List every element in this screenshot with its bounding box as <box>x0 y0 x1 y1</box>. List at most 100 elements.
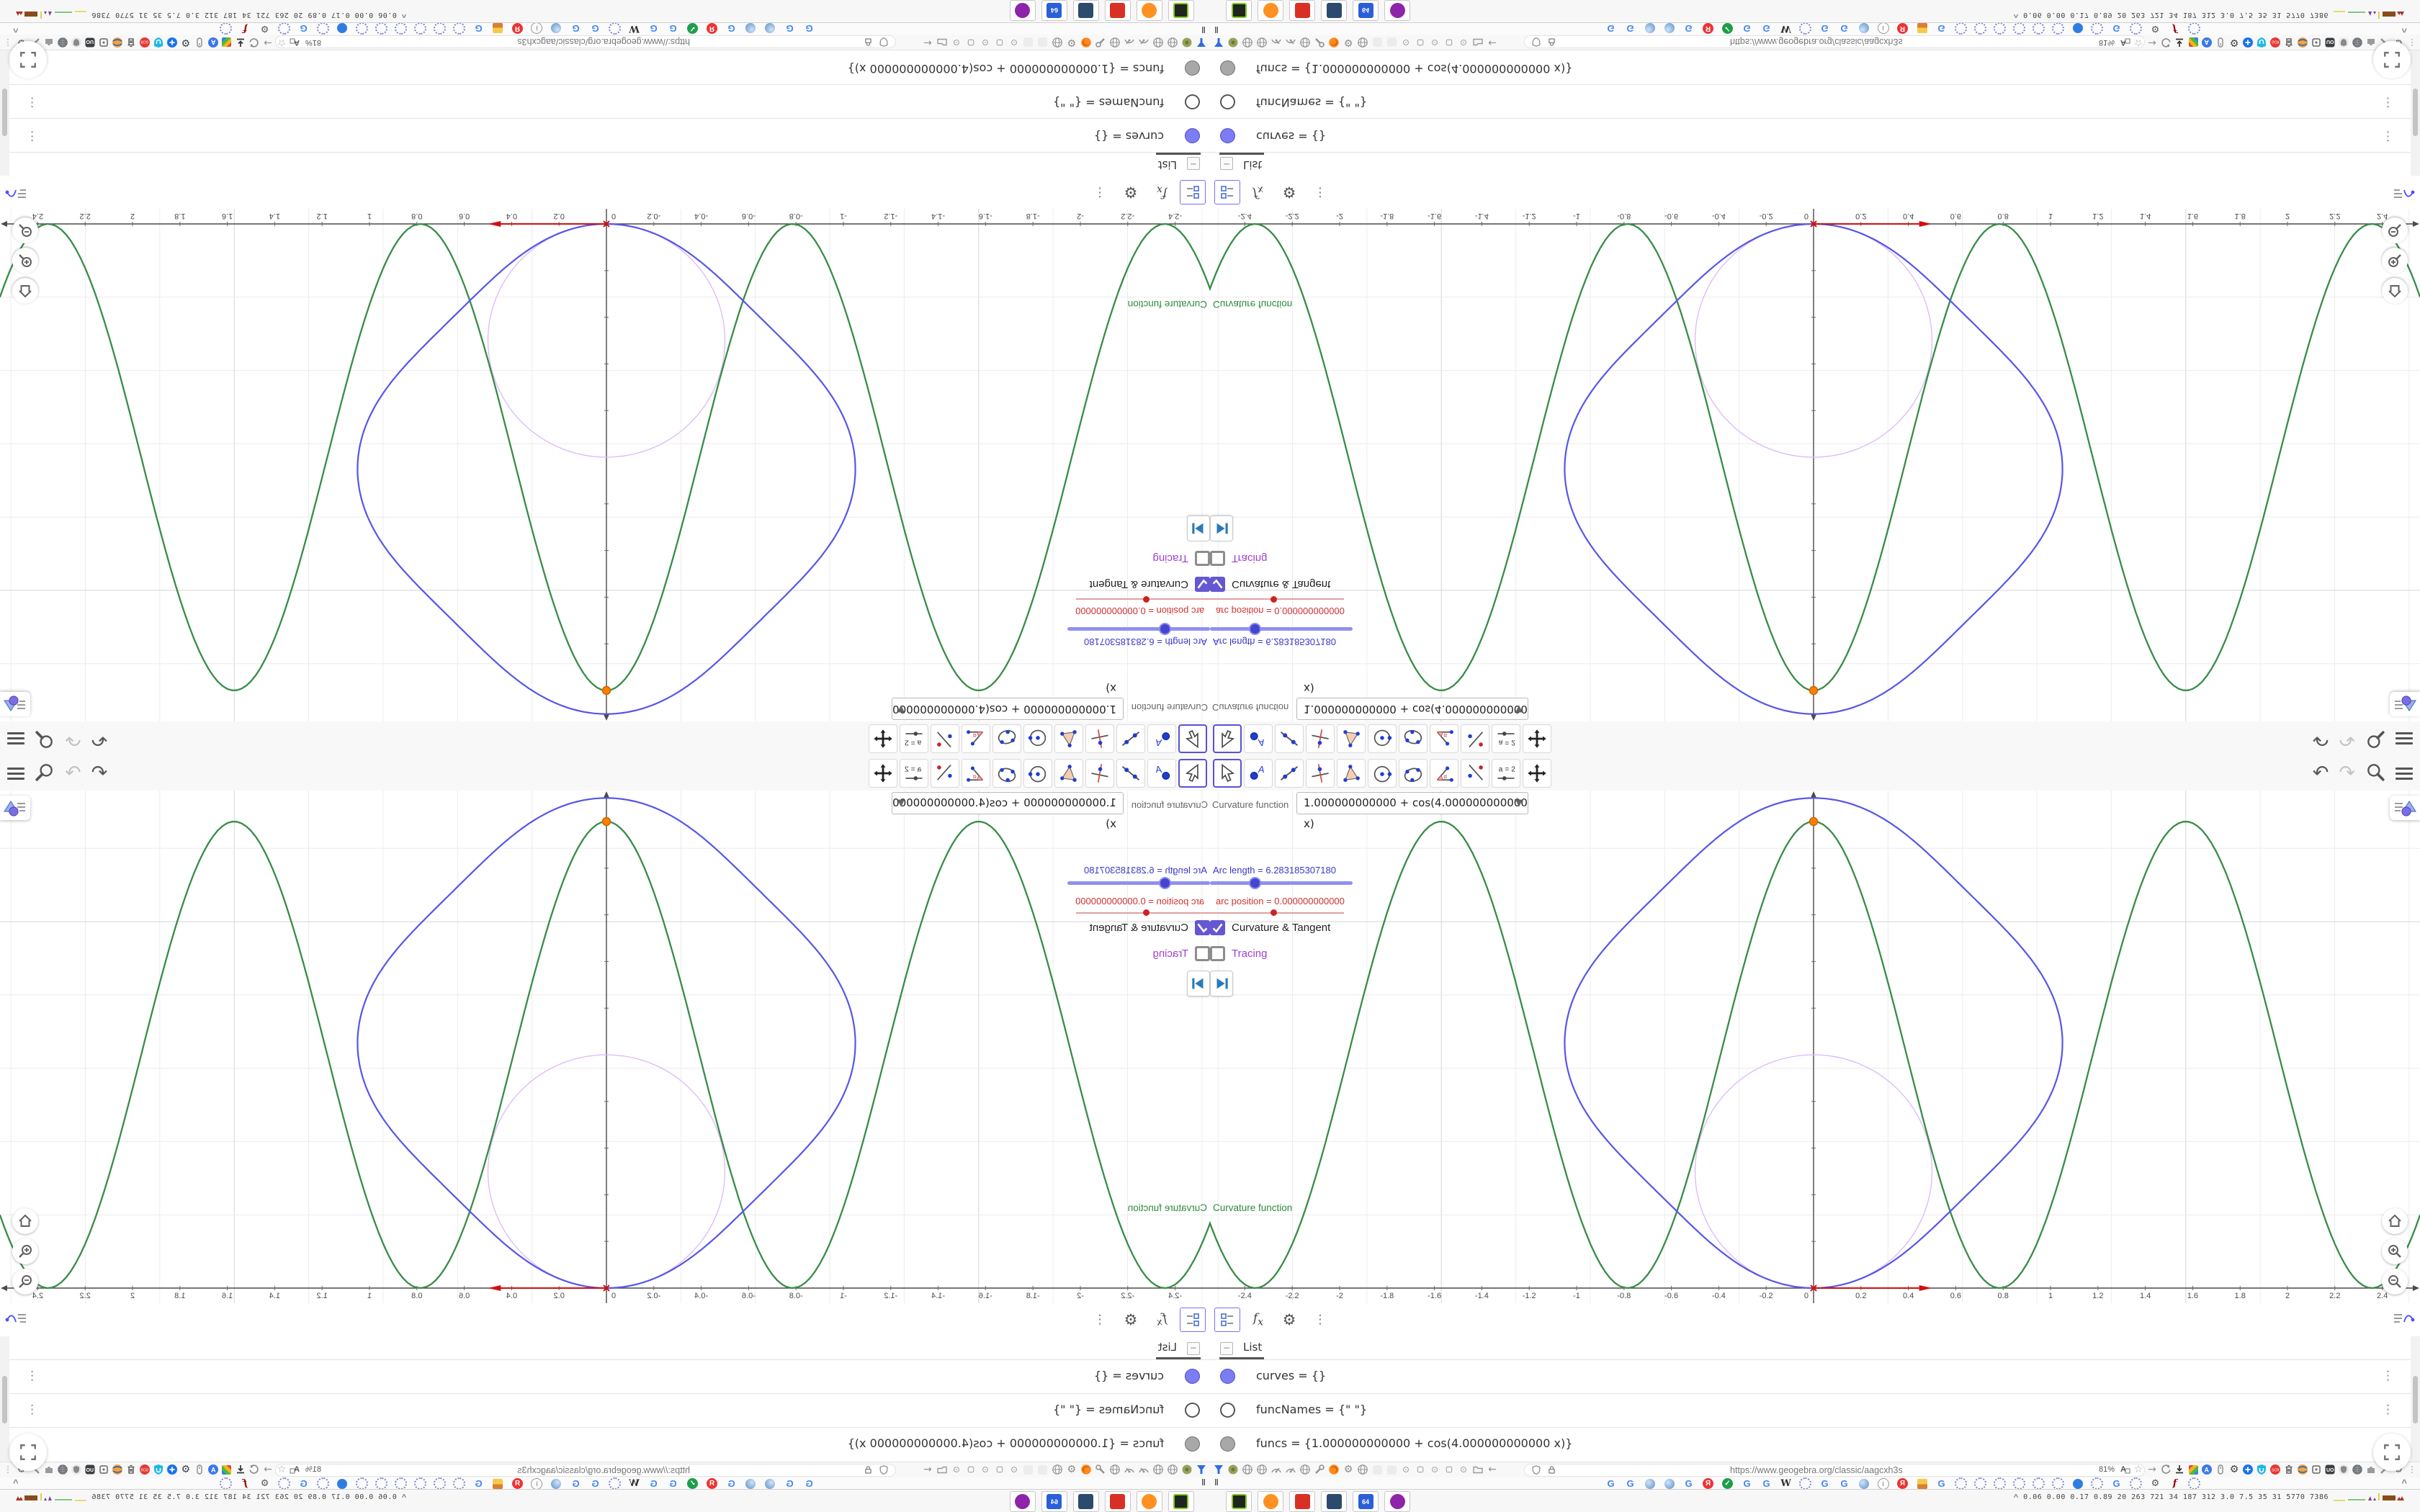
tool-move-graphics-view[interactable] <box>869 759 897 788</box>
taskbar-app-settings-red[interactable] <box>1289 0 1315 21</box>
globe-icon[interactable] <box>1256 37 1268 48</box>
G-icon[interactable]: G <box>1624 22 1636 35</box>
url-text[interactable]: https://www.geogebra.org/classic/aagcxh3… <box>517 37 690 47</box>
translate-icon[interactable]: A <box>2119 37 2130 48</box>
ring-icon[interactable] <box>1955 22 1967 35</box>
ublock-icon[interactable] <box>153 37 164 48</box>
W-icon[interactable]: W <box>628 22 640 35</box>
kebab-menu-icon[interactable]: ⋮ <box>26 1403 38 1417</box>
blue-icon[interactable] <box>2071 1477 2084 1490</box>
menu-icon[interactable] <box>7 730 24 748</box>
algebra-style-icon[interactable] <box>2393 1309 2417 1331</box>
ring-icon[interactable] <box>609 1477 621 1490</box>
box-icon[interactable] <box>2311 1464 2322 1475</box>
gearfav-icon[interactable]: ⚙ <box>259 1477 271 1490</box>
translate-icon[interactable]: A <box>2119 1464 2130 1475</box>
taskbar-app-purple-app[interactable] <box>1010 0 1036 21</box>
G-icon[interactable]: G <box>784 1477 796 1490</box>
taskbar-app-settings-red[interactable] <box>1105 1491 1131 1512</box>
green-icon[interactable]: ✓ <box>1721 1477 1734 1490</box>
ghost-icon[interactable] <box>1023 37 1034 48</box>
puzzle-icon[interactable] <box>2365 37 2377 48</box>
sphere-icon[interactable] <box>550 22 563 35</box>
download-icon[interactable] <box>2174 37 2185 48</box>
ya-icon[interactable]: Я <box>511 22 524 35</box>
url-text[interactable]: https://www.geogebra.org/classic/aagcxh3… <box>1730 37 1903 47</box>
ring-icon[interactable] <box>278 1477 290 1490</box>
green-icon[interactable]: ✓ <box>686 22 699 35</box>
folder-icon[interactable] <box>1472 1464 1484 1475</box>
W-icon[interactable]: W <box>628 1477 640 1490</box>
gauge-icon[interactable] <box>1138 1464 1150 1475</box>
ya-icon[interactable]: Я <box>1896 22 1909 35</box>
record-red-icon[interactable]: SCR <box>139 1464 151 1475</box>
img-icon[interactable] <box>1916 22 1928 35</box>
plus-blue-icon[interactable] <box>166 1464 178 1475</box>
ring-icon[interactable] <box>1955 1477 1967 1490</box>
f-icon[interactable]: f <box>2169 22 2181 35</box>
img-icon[interactable] <box>492 1477 504 1490</box>
algebra-row-funcnames[interactable]: funcNames = {" "} ⋮ <box>0 1393 1210 1427</box>
circ-icon[interactable] <box>951 37 962 48</box>
star-icon[interactable]: ☆ <box>276 1464 287 1475</box>
olive-icon[interactable] <box>1227 37 1239 48</box>
chevron-up-icon[interactable]: ^ <box>2401 1477 2407 1488</box>
sphere-icon[interactable] <box>745 1477 757 1490</box>
wrench-icon[interactable] <box>1095 1464 1106 1475</box>
circ-icon[interactable] <box>1458 37 1469 48</box>
G-icon[interactable]: G <box>1741 22 1753 35</box>
scrollbar[interactable] <box>0 1336 9 1462</box>
G-icon[interactable]: G <box>1760 22 1773 35</box>
ring-icon[interactable] <box>375 22 387 35</box>
tool-polygon[interactable] <box>1054 724 1083 753</box>
tool-move-graphics-view[interactable] <box>869 724 897 753</box>
tool-line[interactable] <box>1275 724 1304 753</box>
ring-icon[interactable] <box>453 22 465 35</box>
algebra-style-icon[interactable] <box>2393 181 2417 203</box>
globe-icon[interactable] <box>1299 37 1311 48</box>
menu-icon[interactable] <box>2396 730 2413 748</box>
taskbar-app-purple-app[interactable] <box>1384 1491 1410 1512</box>
tool-circle-center-point[interactable] <box>1368 759 1397 788</box>
G-icon[interactable]: G <box>1838 1477 1850 1490</box>
tool-ellipse[interactable] <box>1399 759 1428 788</box>
list-section-header[interactable]: − List <box>1210 1336 2420 1359</box>
refresh-icon[interactable] <box>2160 37 2172 48</box>
slider-knob[interactable] <box>1249 877 1261 889</box>
globe-icon[interactable] <box>1256 1464 1268 1475</box>
ring-icon[interactable] <box>2013 1477 2025 1490</box>
taskbar-app-floppy-64[interactable]: 64 <box>1353 1491 1379 1512</box>
olive-icon[interactable] <box>1227 1464 1239 1475</box>
rsq-icon[interactable] <box>994 37 1005 48</box>
visibility-marble[interactable] <box>1185 60 1200 76</box>
fullscreen-icon[interactable] <box>2373 1434 2411 1471</box>
arc-position-slider[interactable] <box>1210 909 1344 916</box>
tool-polygon[interactable] <box>1054 759 1083 788</box>
kebab-menu-icon[interactable]: ⋮ <box>1087 180 1113 204</box>
translate-icon[interactable]: A <box>290 1464 301 1475</box>
circ-icon[interactable] <box>1400 1464 1412 1475</box>
arc-length-slider[interactable] <box>1210 877 1353 889</box>
ring-icon[interactable] <box>414 1477 426 1490</box>
tool-perpendicular-line[interactable] <box>1306 759 1335 788</box>
shield-gray-icon[interactable] <box>2338 1464 2349 1475</box>
ring-icon[interactable] <box>434 22 446 35</box>
ya-icon[interactable]: Я <box>1702 1477 1714 1490</box>
ring-icon[interactable] <box>1799 22 1811 35</box>
slider-knob[interactable] <box>1159 877 1171 889</box>
scrollbar[interactable] <box>0 50 9 176</box>
circ-icon[interactable] <box>1008 37 1020 48</box>
ring-icon[interactable] <box>2188 1477 2200 1490</box>
sphere-icon[interactable] <box>1644 22 1656 35</box>
blue-icon[interactable] <box>336 22 349 35</box>
taskbar-app-floppy-64[interactable]: 64 <box>1041 0 1067 21</box>
tracing-checkbox[interactable] <box>1210 551 1225 566</box>
folder-icon[interactable] <box>936 1464 948 1475</box>
tool-move-graphics-view[interactable] <box>1523 724 1551 753</box>
globe-icon[interactable] <box>1109 37 1121 48</box>
lock-icon[interactable] <box>864 1464 873 1479</box>
ring-icon[interactable] <box>317 1477 329 1490</box>
sphere-icon[interactable] <box>1644 1477 1656 1490</box>
collapse-icon[interactable]: − <box>1220 157 1233 170</box>
G-icon[interactable]: G <box>589 1477 601 1490</box>
